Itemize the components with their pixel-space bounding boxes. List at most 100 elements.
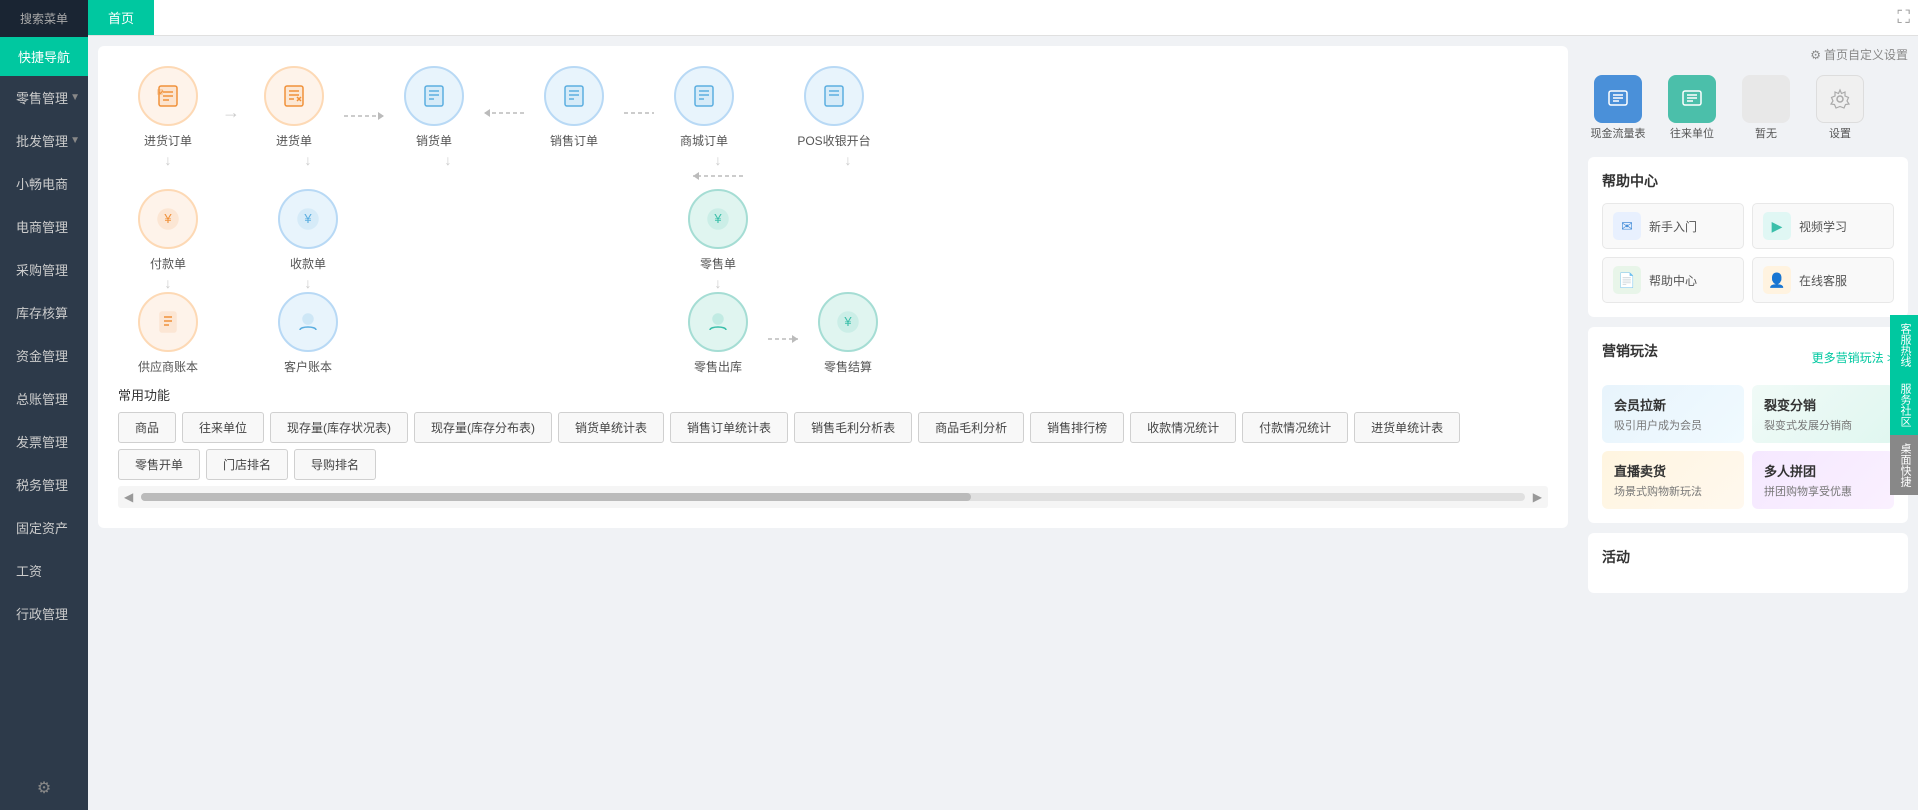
marketing-card: 营销玩法 更多营销玩法 > 会员拉新 吸引用户成为会员 裂变分销 裂变式发展分销…	[1588, 327, 1908, 523]
side-buttons: 客服热线 服务社区 桌面快捷	[1890, 315, 1918, 495]
khzb-icon	[278, 292, 338, 352]
settings-gear-icon: ⚙	[1810, 48, 1821, 62]
help-item-beginner[interactable]: ✉ 新手入门	[1602, 203, 1744, 249]
help-title: 帮助中心	[1602, 171, 1894, 191]
func-btn-gross-sales[interactable]: 销售毛利分析表	[794, 412, 912, 443]
side-btn-desktop[interactable]: 桌面快捷	[1890, 435, 1918, 495]
group-desc: 拼团购物享受优惠	[1764, 483, 1882, 499]
tab-home[interactable]: 首页	[88, 0, 154, 35]
flow-node-ls-dan[interactable]: ¥ 零售单	[668, 189, 768, 272]
flow-node-gyshzb[interactable]: 供应商账本	[118, 292, 218, 375]
flow-node-jh-order[interactable]: 进货订单	[118, 66, 218, 149]
sidebar-settings-icon[interactable]: ⚙	[0, 766, 88, 810]
func-btn-sales-stat[interactable]: 销货单统计表	[558, 412, 664, 443]
scroll-thumb	[141, 493, 971, 501]
flow-node-pos[interactable]: POS收银开台	[784, 66, 884, 149]
help-item-help[interactable]: 📄 帮助中心	[1602, 257, 1744, 303]
func-btn-order-stat[interactable]: 销售订单统计表	[670, 412, 788, 443]
func-btn-guide-rank[interactable]: 导购排名	[294, 449, 376, 480]
side-btn-community[interactable]: 服务社区	[1890, 375, 1918, 435]
func-btn-pay-stat[interactable]: 付款情况统计	[1242, 412, 1348, 443]
func-btn-inv-status[interactable]: 现存量(库存状况表)	[270, 412, 408, 443]
flow-node-xh-dan[interactable]: 销货单	[384, 66, 484, 149]
scrollbar: ◀ ▶	[118, 486, 1548, 508]
side-btn-service[interactable]: 客服热线	[1890, 315, 1918, 375]
xsdd-icon	[544, 66, 604, 126]
svg-text:¥: ¥	[843, 314, 852, 329]
func-btn-sales-rank[interactable]: 销售排行榜	[1030, 412, 1124, 443]
scroll-right[interactable]: ▶	[1529, 488, 1546, 506]
sidebar-item-finance[interactable]: 资金管理	[0, 334, 88, 377]
more-marketing-link[interactable]: 更多营销玩法 >	[1812, 349, 1894, 366]
func-btn-gross-goods[interactable]: 商品毛利分析	[918, 412, 1024, 443]
marketing-fission[interactable]: 裂变分销 裂变式发展分销商	[1752, 385, 1894, 443]
func-btn-receipt-stat[interactable]: 收款情况统计	[1130, 412, 1236, 443]
ls-js-icon: ¥	[818, 292, 878, 352]
flow-col-sk: ¥ 收款单	[258, 189, 358, 272]
sidebar-item-invoice[interactable]: 发票管理	[0, 420, 88, 463]
sidebar-item-retail[interactable]: 零售管理 ▼	[0, 76, 88, 119]
marketing-title: 营销玩法	[1602, 341, 1658, 361]
quick-icon-cashflow[interactable]: 现金流量表	[1588, 75, 1648, 141]
cashflow-label: 现金流量表	[1591, 127, 1646, 141]
help-item-video[interactable]: ▶ 视频学习	[1752, 203, 1894, 249]
func-btn-inv-dist[interactable]: 现存量(库存分布表)	[414, 412, 552, 443]
xh-dan-icon	[404, 66, 464, 126]
sidebar-search[interactable]: 搜索菜单	[0, 0, 88, 37]
flow-col-xh-dan: 销货单	[384, 66, 484, 149]
v-conn-6: ↓	[845, 151, 852, 169]
flow-node-sk[interactable]: ¥ 收款单	[258, 189, 358, 272]
quick-icon-settings[interactable]: 设置	[1810, 75, 1870, 141]
sidebar-item-tax[interactable]: 税务管理	[0, 463, 88, 506]
flow-node-jh-dan[interactable]: 进货单	[244, 66, 344, 149]
sidebar-item-salary[interactable]: 工资	[0, 549, 88, 592]
func-btn-purchase-stat[interactable]: 进货单统计表	[1354, 412, 1460, 443]
sidebar-item-inventory[interactable]: 库存核算	[0, 291, 88, 334]
sc-order-icon	[674, 66, 734, 126]
scroll-track[interactable]	[141, 493, 1525, 501]
quick-icon-none[interactable]: 暂无	[1736, 75, 1796, 141]
scroll-left[interactable]: ◀	[120, 488, 137, 506]
sk-label: 收款单	[290, 255, 326, 272]
live-title: 直播卖货	[1614, 461, 1732, 480]
help-item-service[interactable]: 👤 在线客服	[1752, 257, 1894, 303]
flow-node-ls-js[interactable]: ¥ 零售结算	[798, 292, 898, 375]
service-text: 在线客服	[1799, 272, 1847, 289]
sidebar-item-wholesale[interactable]: 批发管理 ▼	[0, 119, 88, 162]
none-label: 暂无	[1755, 127, 1777, 141]
func-btn-goods[interactable]: 商品	[118, 412, 176, 443]
sidebar-item-fixed[interactable]: 固定资产	[0, 506, 88, 549]
func-btn-partners[interactable]: 往来单位	[182, 412, 264, 443]
sidebar-item-ledger[interactable]: 总账管理	[0, 377, 88, 420]
flow-node-fk[interactable]: ¥ 付款单	[118, 189, 218, 272]
marketing-group[interactable]: 多人拼团 拼团购物享受优惠	[1752, 451, 1894, 509]
help-text: 帮助中心	[1649, 272, 1697, 289]
arrow-icon: ▼	[70, 92, 80, 103]
sidebar-item-admin[interactable]: 行政管理	[0, 592, 88, 635]
sidebar: 搜索菜单 快捷导航 零售管理 ▼ 批发管理 ▼ 小畅电商 电商管理 采购管理 库…	[0, 0, 88, 810]
sidebar-nav[interactable]: 快捷导航	[0, 37, 88, 76]
flow-node-khzb[interactable]: 客户账本	[258, 292, 358, 375]
flow-col-sc-order: 商城订单	[654, 66, 754, 149]
marketing-member[interactable]: 会员拉新 吸引用户成为会员	[1602, 385, 1744, 443]
flow-node-sc-order[interactable]: 商城订单	[654, 66, 754, 149]
sidebar-item-ecom[interactable]: 电商管理	[0, 205, 88, 248]
homepage-settings-link[interactable]: ⚙ 首页自定义设置	[1810, 46, 1908, 63]
ls-ck-label: 零售出库	[694, 358, 742, 375]
fission-title: 裂变分销	[1764, 395, 1882, 414]
ls-js-label: 零售结算	[824, 358, 872, 375]
right-panel: ⚙ 首页自定义设置 现金流量表 往来单位	[1578, 36, 1918, 810]
func-btn-store-rank[interactable]: 门店排名	[206, 449, 288, 480]
sidebar-item-purchase[interactable]: 采购管理	[0, 248, 88, 291]
main-area: 首页 ⛶ 进货订单	[88, 0, 1918, 810]
func-btn-retail-order[interactable]: 零售开单	[118, 449, 200, 480]
flow-card: 进货订单 → 进货单	[98, 46, 1568, 528]
partners-icon	[1668, 75, 1716, 123]
member-desc: 吸引用户成为会员	[1614, 417, 1732, 433]
quick-icon-partners[interactable]: 往来单位	[1662, 75, 1722, 141]
expand-button[interactable]: ⛶	[1897, 0, 1918, 35]
flow-node-xsdd[interactable]: 销售订单	[524, 66, 624, 149]
marketing-live[interactable]: 直播卖货 场景式购物新玩法	[1602, 451, 1744, 509]
flow-node-ls-ck[interactable]: 零售出库	[668, 292, 768, 375]
sidebar-item-ecom-small[interactable]: 小畅电商	[0, 162, 88, 205]
